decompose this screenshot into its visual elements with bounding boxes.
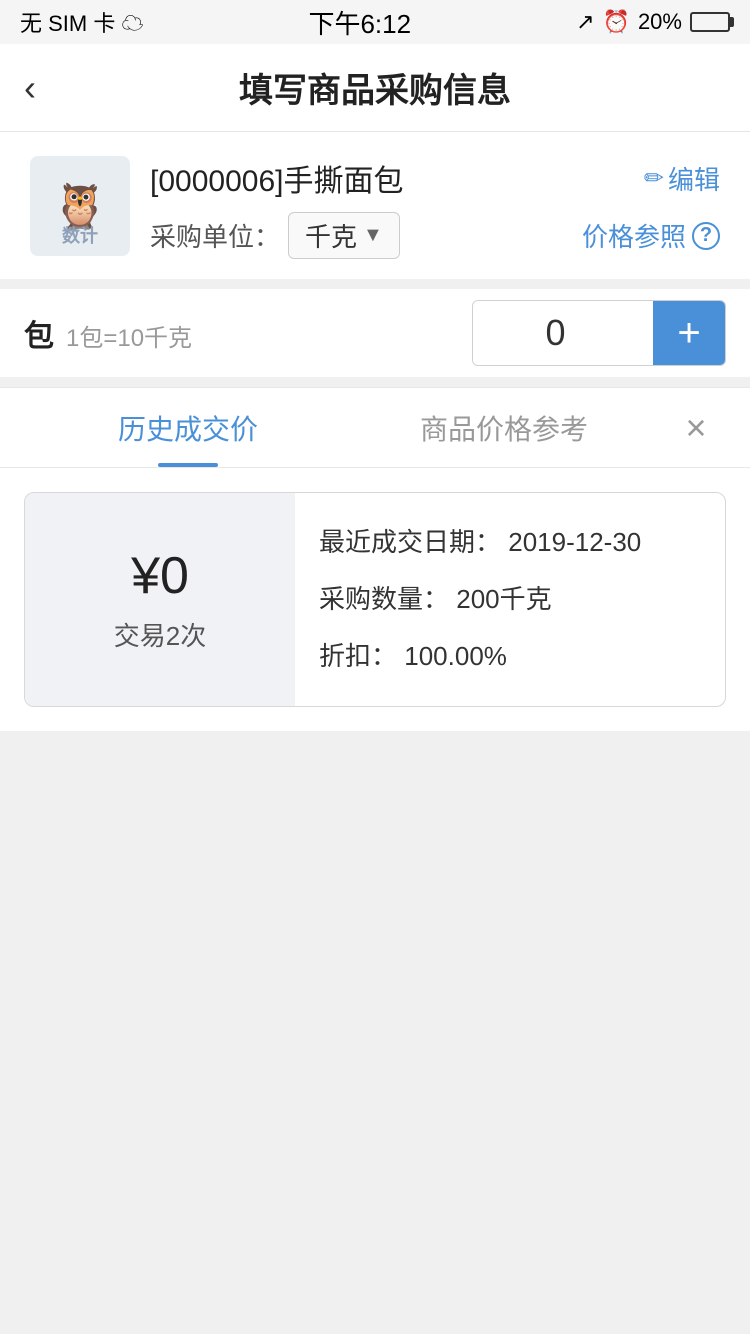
product-top-row: 🦉 数计 [0000006]手撕面包 ✏ 编辑 采购单位： 千克 ▼ — [30, 156, 720, 259]
history-recent-date: 最近成交日期： 2019-12-30 — [319, 523, 701, 562]
quantity-plus-button[interactable]: + — [653, 301, 725, 365]
product-info: [0000006]手撕面包 ✏ 编辑 采购单位： 千克 ▼ 价格参照 ? — [150, 156, 720, 259]
history-price-right: 最近成交日期： 2019-12-30 采购数量： 200千克 折扣： 100.0… — [295, 493, 725, 706]
discount-label: 折扣： — [319, 641, 397, 671]
discount-value: 100.00% — [404, 641, 507, 671]
quantity-conversion: 1包=10千克 — [66, 318, 192, 353]
edit-icon: ✏ — [644, 164, 664, 193]
price-ref-label: 价格参照 — [582, 217, 686, 254]
history-transaction-count: 交易2次 — [114, 616, 206, 653]
nav-bar: ‹ 填写商品采购信息 — [0, 44, 750, 132]
signal-text: 无 SIM 卡 ☁ — [20, 6, 143, 38]
history-price-left: ¥0 交易2次 — [25, 493, 295, 706]
battery-icon — [690, 12, 730, 32]
quantity-label: 采购数量： — [319, 584, 449, 614]
dropdown-arrow-icon: ▼ — [363, 224, 383, 247]
status-right: ↗ ⏰ 20% — [576, 9, 730, 35]
tab-price-reference[interactable]: 商品价格参考 — [346, 388, 662, 467]
page-title: 填写商品采购信息 — [239, 63, 511, 112]
product-card: 🦉 数计 [0000006]手撕面包 ✏ 编辑 采购单位： 千克 ▼ — [0, 132, 750, 279]
quantity-input[interactable] — [473, 301, 653, 365]
history-quantity: 采购数量： 200千克 — [319, 580, 701, 619]
tab-price-ref-label: 商品价格参考 — [420, 408, 588, 448]
tab-active-indicator — [158, 463, 218, 467]
history-price-value: ¥0 — [131, 546, 189, 606]
status-left: 无 SIM 卡 ☁ — [20, 6, 143, 38]
product-name-row: [0000006]手撕面包 ✏ 编辑 — [150, 156, 720, 200]
quantity-row: 包 1包=10千克 + — [0, 289, 750, 377]
quantity-unit: 包 — [24, 311, 54, 355]
quantity-section: 包 1包=10千克 + — [0, 279, 750, 377]
price-ref-help-icon: ? — [692, 222, 720, 250]
unit-label: 采购单位： — [150, 217, 280, 254]
history-discount: 折扣： 100.00% — [319, 637, 701, 676]
tab-history-price[interactable]: 历史成交价 — [30, 388, 346, 467]
edit-label: 编辑 — [668, 160, 720, 197]
recent-date-label: 最近成交日期： — [319, 527, 501, 557]
battery-percent: 20% — [638, 9, 682, 35]
price-reference-button[interactable]: 价格参照 ? — [582, 217, 720, 254]
status-time: 下午6:12 — [308, 4, 411, 41]
tabs-header: 历史成交价 商品价格参考 × — [0, 388, 750, 468]
alarm-icon: ⏰ — [603, 9, 630, 35]
tab-history-label: 历史成交价 — [118, 408, 258, 448]
content-area — [0, 731, 750, 1331]
quantity-input-group: + — [472, 300, 726, 366]
tabs-section: 历史成交价 商品价格参考 × ¥0 交易2次 最近成交日期： 2019-12-3… — [0, 387, 750, 1331]
owl-label: 数计 — [62, 222, 98, 248]
tab-close-button[interactable]: × — [672, 404, 720, 452]
history-price-card: ¥0 交易2次 最近成交日期： 2019-12-30 采购数量： 200千克 折… — [24, 492, 726, 707]
status-bar: 无 SIM 卡 ☁ 下午6:12 ↗ ⏰ 20% — [0, 0, 750, 44]
unit-select-dropdown[interactable]: 千克 ▼ — [288, 212, 400, 259]
product-thumbnail: 🦉 数计 — [30, 156, 130, 256]
purchase-unit-row: 采购单位： 千克 ▼ 价格参照 ? — [150, 212, 720, 259]
quantity-label-group: 包 1包=10千克 — [24, 311, 472, 355]
quantity-value: 200千克 — [456, 584, 551, 614]
location-icon: ↗ — [576, 9, 594, 35]
back-button[interactable]: ‹ — [24, 67, 36, 109]
unit-value: 千克 — [305, 217, 357, 254]
recent-date-value: 2019-12-30 — [508, 527, 641, 557]
product-name: [0000006]手撕面包 — [150, 156, 403, 200]
edit-button[interactable]: ✏ 编辑 — [644, 160, 720, 197]
